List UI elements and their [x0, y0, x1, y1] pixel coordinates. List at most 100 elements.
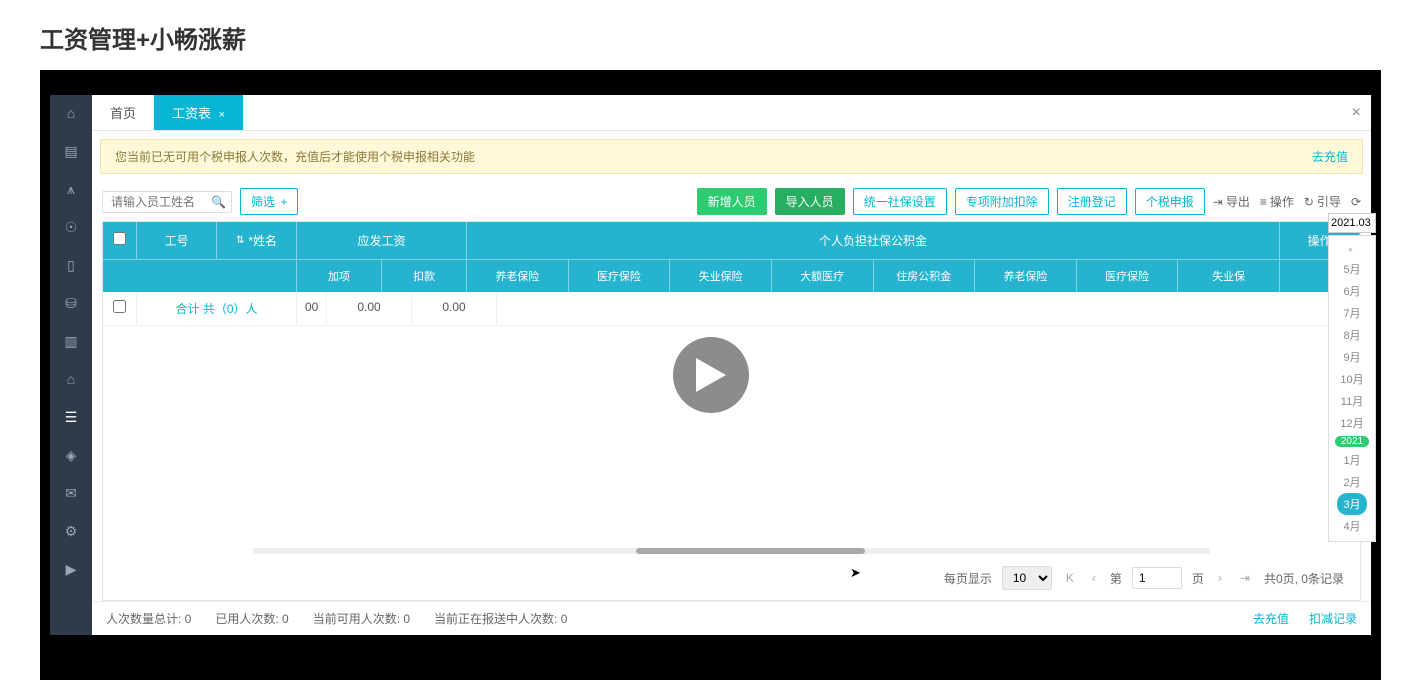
- th-sub-7: 养老保险: [975, 260, 1077, 292]
- video-play-button[interactable]: [673, 337, 749, 413]
- nav-gear-icon[interactable]: ⚙: [61, 521, 81, 541]
- month-4[interactable]: 4月: [1329, 515, 1375, 537]
- th-sub-0: 加项: [297, 260, 382, 292]
- footer-available: 当前可用人次数: 0: [313, 610, 410, 627]
- new-person-button[interactable]: 新增人员: [697, 188, 767, 215]
- date-input[interactable]: 2021.03: [1328, 213, 1376, 233]
- nav-home-icon[interactable]: ⌂: [61, 103, 81, 123]
- close-all-icon[interactable]: ×: [1342, 96, 1371, 130]
- social-setting-button[interactable]: 统一社保设置: [853, 188, 947, 215]
- month-7[interactable]: 7月: [1329, 302, 1375, 324]
- pager-next-icon[interactable]: ›: [1214, 571, 1226, 585]
- pager-post-label: 页: [1192, 570, 1204, 587]
- filter-label: 筛选: [251, 195, 275, 209]
- th-sub-3: 医疗保险: [569, 260, 671, 292]
- page-title: 工资管理+小畅涨薪: [40, 20, 1381, 55]
- nav-house-icon[interactable]: ⌂: [61, 369, 81, 389]
- cursor-icon: ➤: [850, 565, 861, 581]
- pager-page-input[interactable]: [1132, 567, 1182, 589]
- th-group-social: 个人负担社保公积金: [467, 222, 1280, 259]
- month-3[interactable]: 3月: [1337, 493, 1367, 515]
- th-sub-5: 大额医疗: [772, 260, 874, 292]
- pager-prev-icon[interactable]: ‹: [1088, 571, 1100, 585]
- nav-play-icon[interactable]: ▶: [61, 559, 81, 579]
- warning-text: 您当前已无可用个税申报人次数，充值后才能使用个税申报相关功能: [115, 148, 475, 165]
- summary-v2: 0.00: [412, 292, 497, 325]
- nav-file-icon[interactable]: ▯: [61, 255, 81, 275]
- nav-org-icon[interactable]: ▥: [61, 331, 81, 351]
- month-10[interactable]: 10月: [1329, 368, 1375, 390]
- data-table: 工号 ⇅ *姓名 应发工资 个人负担社保公积金 操作 加项: [102, 221, 1361, 601]
- deduction-button[interactable]: 专项附加扣除: [955, 188, 1049, 215]
- table-header: 工号 ⇅ *姓名 应发工资 个人负担社保公积金 操作 加项: [103, 222, 1360, 292]
- month-1[interactable]: 1月: [1329, 449, 1375, 471]
- date-panel: 5月 6月 7月 8月 9月 10月 11月 12月 2021 1月 2月 3月…: [1328, 235, 1376, 542]
- nav-db-icon[interactable]: ⛁: [61, 293, 81, 313]
- tab-home[interactable]: 首页: [92, 95, 154, 130]
- year-badge[interactable]: 2021: [1335, 436, 1369, 447]
- filter-button[interactable]: 筛选 +: [240, 188, 298, 215]
- month-11[interactable]: 11月: [1329, 390, 1375, 412]
- nav-doc-icon[interactable]: ▤: [61, 141, 81, 161]
- month-5[interactable]: 5月: [1329, 258, 1375, 280]
- tab-bar: 首页 工资表 × ×: [92, 95, 1371, 131]
- tax-report-button[interactable]: 个税申报: [1135, 188, 1205, 215]
- nav-mail-icon[interactable]: ✉: [61, 483, 81, 503]
- select-all-checkbox[interactable]: [113, 232, 126, 245]
- month-2[interactable]: 2月: [1329, 471, 1375, 493]
- summary-label: 合计 共（0）人: [137, 292, 297, 325]
- search-input-wrap: 🔍: [102, 191, 232, 213]
- scroll-thumb[interactable]: [636, 548, 866, 554]
- guide-link[interactable]: ↻ 引导: [1304, 193, 1341, 210]
- th-gonghao: 工号: [137, 222, 217, 259]
- pager-first-icon[interactable]: K: [1062, 571, 1078, 585]
- month-dot[interactable]: [1329, 240, 1375, 258]
- video-container: ⌂ ▤ ⩚ ☉ ▯ ⛁ ▥ ⌂ ☰ ◈ ✉ ⚙ ▶ 首页 工资表: [40, 70, 1381, 680]
- th-sub-9: 失业保: [1178, 260, 1280, 292]
- toolbar: 🔍 筛选 + 新增人员 导入人员 统一社保设置 专项附加扣除 注册登记 个税申报…: [92, 182, 1371, 221]
- pager-last-icon[interactable]: ⇥: [1236, 571, 1254, 585]
- register-button[interactable]: 注册登记: [1057, 188, 1127, 215]
- footer-recharge-link[interactable]: 去充值: [1253, 610, 1289, 627]
- footer-total: 人次数量总计: 0: [106, 610, 191, 627]
- th-sub-4: 失业保险: [670, 260, 772, 292]
- nav-shield-icon[interactable]: ◈: [61, 445, 81, 465]
- operate-link[interactable]: ≡ 操作: [1260, 193, 1294, 210]
- summary-v1: 0.00: [327, 292, 412, 325]
- export-link[interactable]: ⇥ 导出: [1213, 193, 1250, 210]
- toolbar-right: ⇥ 导出 ≡ 操作 ↻ 引导 ⟳: [1213, 193, 1361, 210]
- per-page-label: 每页显示: [944, 570, 992, 587]
- tab-salary[interactable]: 工资表 ×: [154, 95, 243, 130]
- pager: 每页显示 10 K ‹ 第 页 › ⇥ 共0页, 0条记录: [103, 556, 1360, 600]
- search-icon[interactable]: 🔍: [211, 195, 226, 209]
- import-person-button[interactable]: 导入人员: [775, 188, 845, 215]
- th-spacer: [103, 260, 297, 292]
- per-page-select[interactable]: 10: [1002, 566, 1052, 590]
- th-name[interactable]: ⇅ *姓名: [217, 222, 297, 259]
- th-group-salary: 应发工资: [297, 222, 467, 259]
- th-sub-8: 医疗保险: [1077, 260, 1179, 292]
- tab-salary-label: 工资表: [172, 106, 211, 121]
- h-scrollbar[interactable]: [253, 548, 1210, 554]
- pager-total: 共0页, 0条记录: [1264, 570, 1344, 587]
- footer-bar: 人次数量总计: 0 已用人次数: 0 当前可用人次数: 0 当前正在报送中人次数…: [92, 601, 1371, 635]
- month-6[interactable]: 6月: [1329, 280, 1375, 302]
- nav-salary-icon[interactable]: ☰: [61, 407, 81, 427]
- month-9[interactable]: 9月: [1329, 346, 1375, 368]
- refresh-icon[interactable]: ⟳: [1351, 195, 1361, 209]
- tab-close-icon[interactable]: ×: [219, 109, 225, 121]
- month-12[interactable]: 12月: [1329, 412, 1375, 434]
- th-sub-1: 扣款: [382, 260, 467, 292]
- th-checkbox[interactable]: [103, 222, 137, 259]
- nav-bag-icon[interactable]: ☉: [61, 217, 81, 237]
- warning-banner: 您当前已无可用个税申报人次数，充值后才能使用个税申报相关功能 去充值: [100, 139, 1363, 174]
- row-checkbox[interactable]: [103, 292, 137, 325]
- month-8[interactable]: 8月: [1329, 324, 1375, 346]
- th-sub-2: 养老保险: [467, 260, 569, 292]
- warning-link[interactable]: 去充值: [1312, 148, 1348, 165]
- search-input[interactable]: [111, 195, 211, 209]
- sidebar: ⌂ ▤ ⩚ ☉ ▯ ⛁ ▥ ⌂ ☰ ◈ ✉ ⚙ ▶: [50, 95, 92, 635]
- nav-chart-icon[interactable]: ⩚: [61, 179, 81, 199]
- footer-log-link[interactable]: 扣减记录: [1309, 610, 1357, 627]
- play-icon: [696, 358, 726, 392]
